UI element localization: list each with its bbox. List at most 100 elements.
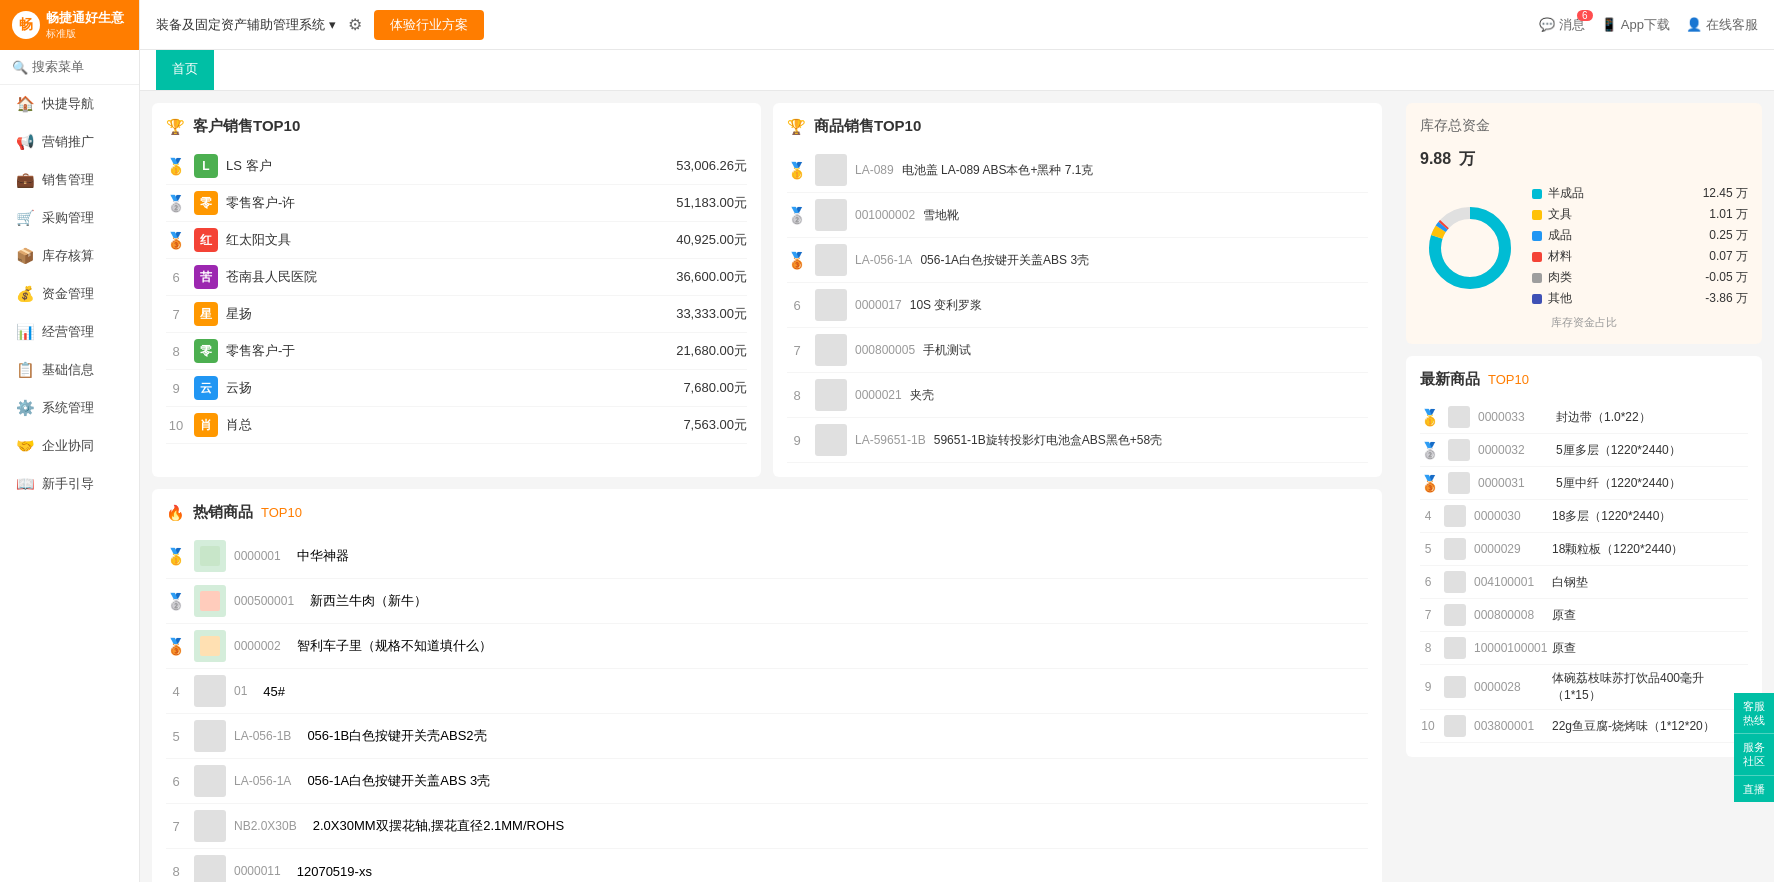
rank-num: 6 xyxy=(166,774,186,789)
trial-btn[interactable]: 体验行业方案 xyxy=(374,10,484,40)
rank-num: 9 xyxy=(166,381,186,396)
product-code: 001000002 xyxy=(855,208,915,222)
inventory-title: 库存总资金 xyxy=(1420,117,1748,135)
home-icon: 🏠 xyxy=(16,95,34,113)
inventory-chart-row: 半成品 12.45 万 文具 1.01 万 成品 0.25 万 xyxy=(1420,185,1748,311)
sidebar-search-section: 🔍 搜索菜单 xyxy=(0,50,139,85)
product-code: 0000017 xyxy=(855,298,902,312)
hot-products-title: 🔥 热销商品 TOP10 xyxy=(166,503,1368,522)
bronze-medal-icon: 🥉 xyxy=(166,231,186,250)
basicinfo-icon: 📋 xyxy=(16,361,34,379)
customer-hotline-btn[interactable]: 客服热线 xyxy=(1734,693,1774,735)
table-row: 9 云 云扬 7,680.00元 xyxy=(166,370,747,407)
customer-amount: 51,183.00元 xyxy=(676,194,747,212)
message-icon: 💬 xyxy=(1539,17,1555,32)
newbie-icon: 📖 xyxy=(16,475,34,493)
customer-ranking-title: 🏆 客户销售TOP10 xyxy=(166,117,747,136)
np-num: 10 xyxy=(1420,719,1436,733)
sidebar-item-purchase[interactable]: 🛒 采购管理 xyxy=(0,199,139,237)
table-row: 9 LA-59651-1B 59651-1B旋转投影灯电池盒ABS黑色+58壳 xyxy=(787,418,1368,463)
np-num: 7 xyxy=(1420,608,1436,622)
sidebar-item-quicknav[interactable]: 🏠 快捷导航 xyxy=(0,85,139,123)
np-name: 18颗粒板（1220*2440） xyxy=(1552,541,1748,558)
customer-name: 零售客户-许 xyxy=(226,194,668,212)
inventory-card: 库存总资金 9.88 万 xyxy=(1406,103,1762,344)
sidebar-item-marketing[interactable]: 📢 营销推广 xyxy=(0,123,139,161)
customer-ranking-card: 🏆 客户销售TOP10 🥇 L LS 客户 53,006.26元 🥈 xyxy=(152,103,761,477)
product-thumb xyxy=(194,765,226,797)
product-thumb xyxy=(815,424,847,456)
product-code: LA-056-1B xyxy=(234,729,291,743)
app-download-btn[interactable]: 📱 App下载 xyxy=(1601,16,1670,34)
customer-badge: 苦 xyxy=(194,265,218,289)
sidebar-item-operations-label: 经营管理 xyxy=(42,323,94,341)
product-code: LA-089 xyxy=(855,163,894,177)
sidebar-item-finance[interactable]: 💰 资金管理 xyxy=(0,275,139,313)
sidebar-item-basic-info[interactable]: 📋 基础信息 xyxy=(0,351,139,389)
customer-badge: 零 xyxy=(194,339,218,363)
np-name: 22g鱼豆腐-烧烤味（1*12*20） xyxy=(1552,718,1748,735)
list-item: 🥈 000500001 新西兰牛肉（新牛） xyxy=(166,579,1368,624)
legend-item-roulei: 肉类 -0.05 万 xyxy=(1532,269,1748,286)
product-thumb xyxy=(194,855,226,882)
np-thumb xyxy=(1444,538,1466,560)
system-name: 装备及固定资产辅助管理系统 xyxy=(156,16,325,34)
product-thumb xyxy=(194,720,226,752)
top-row: 🏆 客户销售TOP10 🥇 L LS 客户 53,006.26元 🥈 xyxy=(152,103,1382,477)
new-products-card: 最新商品 TOP10 🥇 0000033 封边带（1.0*22） 🥈 00000… xyxy=(1406,356,1762,757)
legend-dot xyxy=(1532,252,1542,262)
bronze-medal2-icon: 🥉 xyxy=(787,251,807,270)
sidebar-item-newbie[interactable]: 📖 新手引导 xyxy=(0,465,139,503)
sidebar-item-sales[interactable]: 💼 销售管理 xyxy=(0,161,139,199)
inventory-legend: 半成品 12.45 万 文具 1.01 万 成品 0.25 万 xyxy=(1532,185,1748,311)
online-service-btn[interactable]: 👤 在线客服 xyxy=(1686,16,1758,34)
np-thumb xyxy=(1448,472,1470,494)
online-service-label: 在线客服 xyxy=(1706,16,1758,34)
live-stream-btn[interactable]: 直播 xyxy=(1734,776,1774,802)
product-ranking-card: 🏆 商品销售TOP10 🥇 LA-089 电池盖 LA-089 ABS本色+黑种… xyxy=(773,103,1382,477)
table-row: 8 0000021 夹壳 xyxy=(787,373,1368,418)
sidebar-item-marketing-label: 营销推广 xyxy=(42,133,94,151)
search-menu-btn[interactable]: 🔍 搜索菜单 xyxy=(12,58,127,76)
customer-badge: 红 xyxy=(194,228,218,252)
sidebar-item-system[interactable]: ⚙️ 系统管理 xyxy=(0,389,139,427)
list-item: 7 000800008 原查 xyxy=(1420,599,1748,632)
product-code: 0000001 xyxy=(234,549,281,563)
np-num: 5 xyxy=(1420,542,1436,556)
customer-name: 肖总 xyxy=(226,416,675,434)
sidebar-item-inventory[interactable]: 📦 库存核算 xyxy=(0,237,139,275)
settings-icon[interactable]: ⚙ xyxy=(348,15,362,34)
tab-home[interactable]: 首页 xyxy=(156,50,214,90)
list-item: 8 10000100001 原查 xyxy=(1420,632,1748,665)
bronze-medal3-icon: 🥉 xyxy=(166,637,186,656)
system-selector[interactable]: 装备及固定资产辅助管理系统 ▾ xyxy=(156,16,336,34)
np-name: 18多层（1220*2440） xyxy=(1552,508,1748,525)
legend-dot xyxy=(1532,273,1542,283)
product-name: 056-1A白色按键开关盖ABS 3壳 xyxy=(307,772,490,790)
np-num: 4 xyxy=(1420,509,1436,523)
rank-num: 7 xyxy=(166,819,186,834)
np-thumb xyxy=(1444,604,1466,626)
product-ranking-title: 🏆 商品销售TOP10 xyxy=(787,117,1368,136)
content-area: 🏆 客户销售TOP10 🥇 L LS 客户 53,006.26元 🥈 xyxy=(140,91,1774,882)
np-thumb xyxy=(1444,505,1466,527)
logo-title: 畅捷通好生意 xyxy=(46,10,124,27)
hot-icon: 🔥 xyxy=(166,504,185,522)
trophy-icon: 🏆 xyxy=(166,118,185,136)
rank-num: 7 xyxy=(166,307,186,322)
service-community-btn[interactable]: 服务社区 xyxy=(1734,734,1774,776)
sidebar-item-cooperation[interactable]: 🤝 企业协同 xyxy=(0,427,139,465)
rank-num: 6 xyxy=(787,298,807,313)
product-name: 10S 变利罗浆 xyxy=(910,297,1368,314)
messages-btn[interactable]: 💬 消息 6 xyxy=(1539,16,1585,34)
product-name: 雪地靴 xyxy=(923,207,1368,224)
list-item: 9 0000028 体碗荔枝味苏打饮品400毫升（1*15） xyxy=(1420,665,1748,710)
sidebar-item-operations[interactable]: 📊 经营管理 xyxy=(0,313,139,351)
list-item: 7 NB2.0X30B 2.0X30MM双摆花轴,摆花直径2.1MM/ROHS xyxy=(166,804,1368,849)
table-row: 6 0000017 10S 变利罗浆 xyxy=(787,283,1368,328)
np-name: 封边带（1.0*22） xyxy=(1556,409,1748,426)
table-row: 🥇 LA-089 电池盖 LA-089 ABS本色+黑种 7.1克 xyxy=(787,148,1368,193)
svg-rect-2 xyxy=(200,636,220,656)
service-icon: 👤 xyxy=(1686,17,1702,32)
sidebar-item-sales-label: 销售管理 xyxy=(42,171,94,189)
